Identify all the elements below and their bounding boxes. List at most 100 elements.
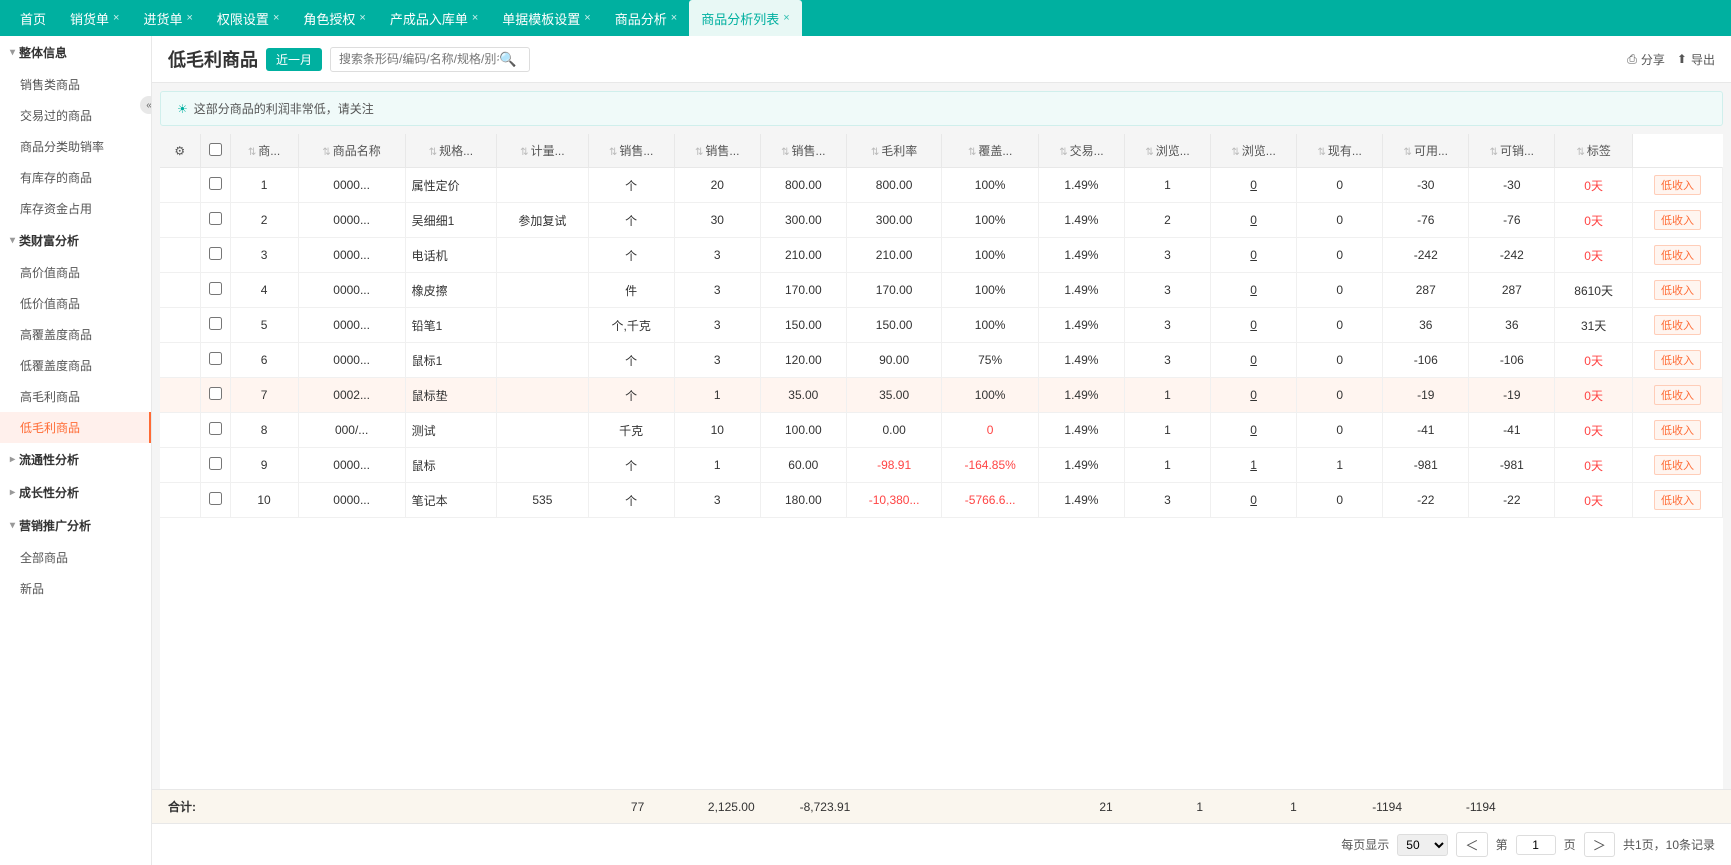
row-checkbox[interactable] (200, 448, 230, 483)
row-views1[interactable]: 0 (1211, 413, 1297, 448)
row-views1[interactable]: 0 (1211, 168, 1297, 203)
row-select-checkbox[interactable] (209, 212, 222, 225)
sidebar-group-overall[interactable]: ▾ 整体信息 (0, 36, 151, 69)
row-checkbox[interactable] (200, 308, 230, 343)
col-name[interactable]: ⇅商品名称 (298, 134, 405, 168)
export-button[interactable]: ⬆ 导出 (1677, 51, 1715, 68)
col-checkbox[interactable] (200, 134, 230, 168)
nav-close-analysis[interactable]: × (671, 12, 677, 24)
nav-close-analysis-list[interactable]: × (783, 12, 789, 24)
row-name[interactable]: 吴细细1 (405, 203, 496, 238)
sidebar-item-traded-goods[interactable]: 交易过的商品 (0, 100, 151, 131)
row-checkbox[interactable] (200, 168, 230, 203)
nav-close-product[interactable]: × (472, 12, 478, 24)
sidebar-item-new-goods[interactable]: 新品 (0, 573, 151, 604)
row-select-checkbox[interactable] (209, 177, 222, 190)
search-box[interactable]: 🔍 (330, 47, 530, 72)
sidebar-group-wealth[interactable]: ▾ 类财富分析 (0, 224, 151, 257)
col-views1[interactable]: ⇅浏览... (1124, 134, 1210, 168)
sidebar-item-low-value[interactable]: 低价值商品 (0, 288, 151, 319)
nav-home[interactable]: 首页 (8, 0, 58, 36)
row-views1[interactable]: 0 (1211, 238, 1297, 273)
row-select-checkbox[interactable] (209, 492, 222, 505)
sidebar-item-high-value[interactable]: 高价值商品 (0, 257, 151, 288)
row-checkbox[interactable] (200, 378, 230, 413)
row-checkbox[interactable] (200, 238, 230, 273)
col-sellable[interactable]: ⇅可销... (1469, 134, 1555, 168)
row-select-checkbox[interactable] (209, 387, 222, 400)
col-tag[interactable]: ⇅标签 (1555, 134, 1633, 168)
row-views1[interactable]: 0 (1211, 203, 1297, 238)
sidebar-group-marketing[interactable]: ▾ 营销推广分析 (0, 509, 151, 542)
nav-close-sales[interactable]: × (113, 12, 119, 24)
row-views1[interactable]: 0 (1211, 378, 1297, 413)
row-checkbox[interactable] (200, 273, 230, 308)
sidebar-item-all-goods[interactable]: 全部商品 (0, 542, 151, 573)
row-name[interactable]: 属性定价 (405, 168, 496, 203)
col-sales-price[interactable]: ⇅销售... (674, 134, 760, 168)
nav-permissions[interactable]: 权限设置 × (205, 0, 291, 36)
row-name[interactable]: 铅笔1 (405, 308, 496, 343)
col-sales-profit[interactable]: ⇅销售... (760, 134, 846, 168)
nav-product-entry[interactable]: 产成品入库单 × (378, 0, 490, 36)
nav-role-auth[interactable]: 角色授权 × (291, 0, 377, 36)
sidebar-group-growth[interactable]: ▸ 成长性分析 (0, 476, 151, 509)
row-select-checkbox[interactable] (209, 422, 222, 435)
row-select-checkbox[interactable] (209, 247, 222, 260)
nav-close-template[interactable]: × (584, 12, 590, 24)
sidebar-item-stock-capital[interactable]: 库存资金占用 (0, 193, 151, 224)
select-all-checkbox[interactable] (209, 143, 222, 156)
row-checkbox[interactable] (200, 483, 230, 518)
row-name[interactable]: 鼠标1 (405, 343, 496, 378)
col-sales-qty[interactable]: ⇅销售... (588, 134, 674, 168)
nav-close-permissions[interactable]: × (273, 12, 279, 24)
row-views1[interactable]: 0 (1211, 273, 1297, 308)
row-name[interactable]: 测试 (405, 413, 496, 448)
sidebar-item-low-coverage[interactable]: 低覆盖度商品 (0, 350, 151, 381)
sidebar-item-low-margin[interactable]: 低毛利商品 (0, 412, 151, 443)
filter-period-button[interactable]: 近一月 (266, 48, 322, 71)
nav-sales-order[interactable]: 销货单 × (58, 0, 131, 36)
search-input[interactable] (339, 52, 499, 66)
row-views1[interactable]: 0 (1211, 308, 1297, 343)
row-name[interactable]: 笔记本 (405, 483, 496, 518)
sidebar-item-sales-goods[interactable]: 销售类商品 (0, 69, 151, 100)
sidebar-item-stocked-goods[interactable]: 有库存的商品 (0, 162, 151, 193)
row-name[interactable]: 鼠标垫 (405, 378, 496, 413)
per-page-select[interactable]: 50 20 100 (1397, 834, 1448, 856)
next-page-button[interactable]: ＞ (1584, 832, 1615, 857)
nav-template-settings[interactable]: 单据模板设置 × (490, 0, 602, 36)
col-trade-count[interactable]: ⇅交易... (1038, 134, 1124, 168)
sidebar-group-circulation[interactable]: ▸ 流通性分析 (0, 443, 151, 476)
nav-goods-analysis-list[interactable]: 商品分析列表 × (689, 0, 801, 36)
share-button[interactable]: ⎙ 分享 (1627, 51, 1665, 68)
row-name[interactable]: 电话机 (405, 238, 496, 273)
col-settings[interactable]: ⚙ (160, 134, 200, 168)
col-current-stock[interactable]: ⇅现有... (1297, 134, 1383, 168)
row-checkbox[interactable] (200, 343, 230, 378)
row-views1[interactable]: 0 (1211, 483, 1297, 518)
row-name[interactable]: 橡皮擦 (405, 273, 496, 308)
col-coverage[interactable]: ⇅覆盖... (942, 134, 1039, 168)
sidebar-item-high-coverage[interactable]: 高覆盖度商品 (0, 319, 151, 350)
row-select-checkbox[interactable] (209, 457, 222, 470)
sidebar-collapse-btn[interactable]: « (140, 96, 152, 114)
col-code[interactable]: ⇅商... (230, 134, 298, 168)
nav-close-purchase[interactable]: × (186, 12, 192, 24)
prev-page-button[interactable]: ＜ (1456, 832, 1487, 857)
row-name[interactable]: 鼠标 (405, 448, 496, 483)
row-views1[interactable]: 1 (1211, 448, 1297, 483)
page-number-input[interactable] (1516, 835, 1556, 855)
sidebar-item-high-margin[interactable]: 高毛利商品 (0, 381, 151, 412)
row-select-checkbox[interactable] (209, 282, 222, 295)
nav-goods-analysis[interactable]: 商品分析 × (603, 0, 689, 36)
row-select-checkbox[interactable] (209, 352, 222, 365)
nav-purchase-order[interactable]: 进货单 × (131, 0, 204, 36)
row-select-checkbox[interactable] (209, 317, 222, 330)
sidebar-item-category-rate[interactable]: 商品分类助销率 (0, 131, 151, 162)
col-gross-margin[interactable]: ⇅毛利率 (846, 134, 942, 168)
col-available[interactable]: ⇅可用... (1383, 134, 1469, 168)
col-views2[interactable]: ⇅浏览... (1211, 134, 1297, 168)
row-views1[interactable]: 0 (1211, 343, 1297, 378)
col-unit[interactable]: ⇅计量... (497, 134, 588, 168)
